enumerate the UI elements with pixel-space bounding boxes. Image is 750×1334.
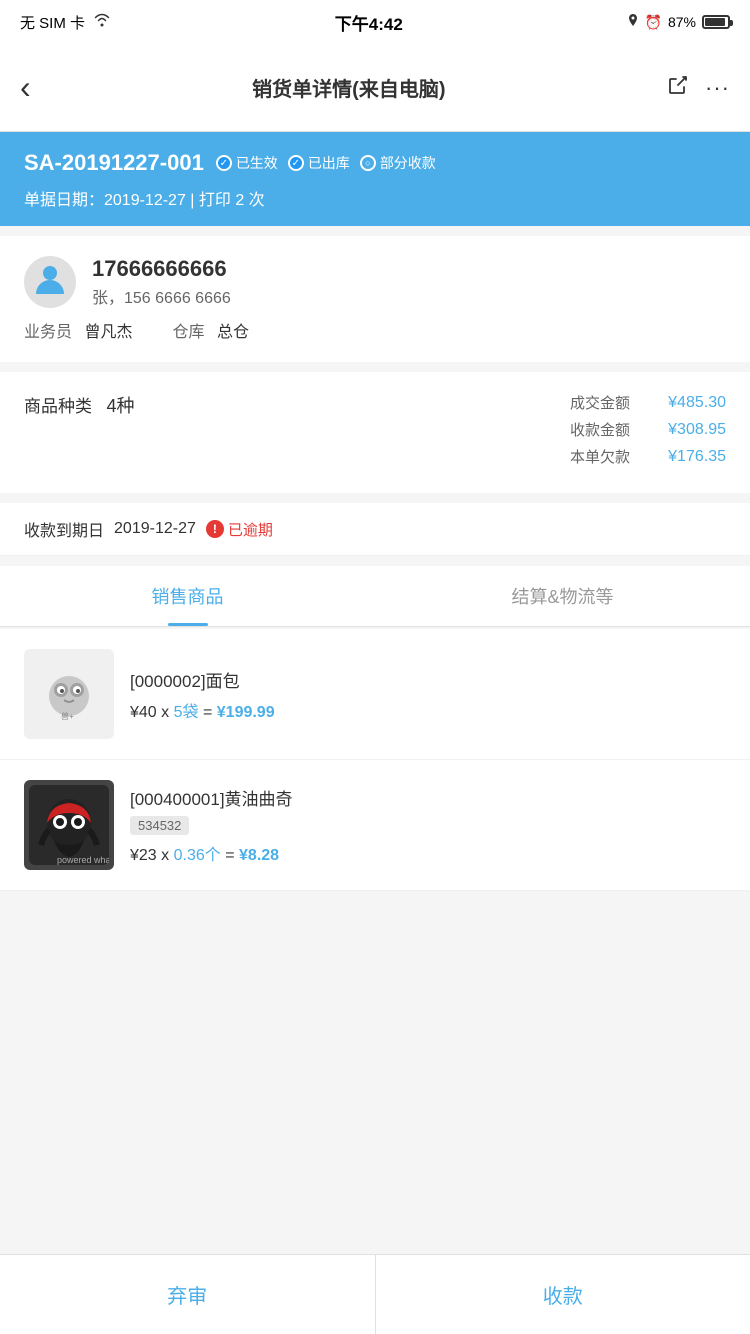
warehouse-value: 总仓 [217, 324, 249, 341]
customer-section: 17666666666 张，156 6666 6666 业务员 曾凡杰 仓库 总… [0, 236, 750, 362]
overdue-text: 已逾期 [228, 519, 273, 540]
status-shipped-badge: ✓ 已出库 [288, 153, 350, 173]
status-bar: 无 SIM 卡 下午4:42 ⏰ 87% [0, 0, 750, 44]
order-banner-top: SA-20191227-001 ✓ 已生效 ✓ 已出库 ○ 部分收款 [24, 150, 726, 176]
owed-amount-value: ¥176.35 [646, 448, 726, 466]
battery-icon [702, 15, 730, 29]
received-amount-label: 收款金额 [570, 419, 630, 440]
deal-amount-label: 成交金额 [570, 392, 630, 413]
status-partial-payment-badge: ○ 部分收款 [360, 153, 436, 173]
product-info-bread: [0000002]面包 ¥40 x 5袋 = ¥199.99 [130, 667, 726, 722]
location-icon [627, 14, 639, 31]
tab-sales-products[interactable]: 销售商品 [0, 566, 375, 626]
share-icon[interactable] [667, 74, 689, 102]
svg-text:powered whale: powered whale [57, 855, 109, 865]
more-icon[interactable]: ··· [705, 75, 730, 101]
due-section: 收款到期日 2019-12-27 ! 已逾期 [0, 503, 750, 556]
overdue-icon: ! [206, 520, 224, 538]
tabs-row: 销售商品 结算&物流等 [0, 566, 750, 626]
status-time: 下午4:42 [335, 10, 403, 35]
product-types-value: 4种 [106, 396, 134, 416]
avatar [24, 256, 76, 308]
avatar-icon [32, 260, 68, 304]
product-qty-bread: 5袋 [174, 704, 199, 721]
cookie-thumbnail: powered whale [29, 785, 109, 865]
status-active-badge: ✓ 已生效 [216, 153, 278, 173]
product-info-cookie: [000400001]黄油曲奇 534532 ¥23 x 0.36个 = ¥8.… [130, 785, 726, 865]
owed-amount-label: 本单欠款 [570, 446, 630, 467]
stats-right: 成交金额 ¥485.30 收款金额 ¥308.95 本单欠款 ¥176.35 [570, 392, 726, 473]
wifi-icon [93, 13, 111, 31]
alarm-icon: ⏰ [645, 14, 662, 31]
overdue-badge: ! 已逾期 [206, 519, 273, 540]
sales-rep-item: 业务员 曾凡杰 [24, 318, 132, 342]
abandon-review-button[interactable]: 弃审 [0, 1255, 376, 1334]
stats-section: 商品种类 4种 成交金额 ¥485.30 收款金额 ¥308.95 本单欠款 ¥… [0, 372, 750, 493]
product-unit-price-bread: ¥40 [130, 704, 157, 721]
product-types: 商品种类 4种 [24, 392, 134, 418]
product-item-bread: 兽+ [0000002]面包 ¥40 x 5袋 = ¥199.99 [0, 629, 750, 760]
status-badges: ✓ 已生效 ✓ 已出库 ○ 部分收款 [216, 153, 436, 173]
product-name-cookie: [000400001]黄油曲奇 [130, 785, 726, 810]
products-section: 兽+ [0000002]面包 ¥40 x 5袋 = ¥199.99 [0, 629, 750, 891]
tab-settlement-logistics[interactable]: 结算&物流等 [375, 566, 750, 626]
received-amount-row: 收款金额 ¥308.95 [570, 419, 726, 440]
svg-text:兽+: 兽+ [61, 711, 74, 721]
collect-payment-button[interactable]: 收款 [376, 1255, 750, 1334]
due-date-label: 收款到期日 [24, 517, 104, 541]
customer-name-sub: 张，156 6666 6666 [92, 284, 231, 308]
clock-icon: ○ [360, 155, 376, 171]
order-banner: SA-20191227-001 ✓ 已生效 ✓ 已出库 ○ 部分收款 单据日期：… [0, 132, 750, 226]
order-date-line: 单据日期：2019-12-27 | 打印 2 次 [24, 186, 726, 210]
battery-text: 87% [668, 14, 696, 30]
nav-actions: ··· [667, 74, 730, 102]
check-icon-2: ✓ [288, 155, 304, 171]
check-icon: ✓ [216, 155, 232, 171]
customer-row: 17666666666 张，156 6666 6666 [24, 256, 726, 308]
back-button[interactable]: ‹ [20, 69, 31, 106]
bread-thumbnail: 兽+ [39, 664, 99, 724]
product-price-bread: ¥40 x 5袋 = ¥199.99 [130, 698, 726, 722]
product-unit-price-cookie: ¥23 [130, 847, 157, 864]
customer-phone: 17666666666 [92, 256, 231, 282]
status-right: ⏰ 87% [627, 14, 730, 31]
product-total-bread: ¥199.99 [217, 704, 275, 721]
status-left: 无 SIM 卡 [20, 12, 111, 33]
tabs-section: 销售商品 结算&物流等 [0, 566, 750, 627]
product-thumb-cookie: powered whale [24, 780, 114, 870]
bottom-actions: 弃审 收款 [0, 1254, 750, 1334]
sales-rep-value: 曾凡杰 [84, 324, 132, 341]
warehouse-item: 仓库 总仓 [172, 318, 248, 342]
bottom-spacer [0, 891, 750, 971]
page-title: 销货单详情(来自电脑) [252, 73, 445, 102]
product-name-bread: [0000002]面包 [130, 667, 726, 692]
deal-amount-row: 成交金额 ¥485.30 [570, 392, 726, 413]
customer-info: 17666666666 张，156 6666 6666 [92, 256, 231, 308]
product-batch-container: 534532 [130, 816, 726, 841]
order-id: SA-20191227-001 [24, 150, 204, 176]
due-date-value: 2019-12-27 [114, 520, 196, 538]
product-batch-cookie: 534532 [130, 816, 189, 835]
owed-amount-row: 本单欠款 ¥176.35 [570, 446, 726, 467]
nav-bar: ‹ 销货单详情(来自电脑) ··· [0, 44, 750, 132]
customer-meta: 业务员 曾凡杰 仓库 总仓 [24, 318, 726, 342]
product-item-cookie: powered whale [000400001]黄油曲奇 534532 ¥23… [0, 760, 750, 891]
product-price-cookie: ¥23 x 0.36个 = ¥8.28 [130, 841, 726, 865]
deal-amount-value: ¥485.30 [646, 394, 726, 412]
received-amount-value: ¥308.95 [646, 421, 726, 439]
product-total-cookie: ¥8.28 [239, 847, 279, 864]
carrier-text: 无 SIM 卡 [20, 12, 85, 33]
product-qty-cookie: 0.36个 [174, 847, 221, 864]
product-thumb-bread: 兽+ [24, 649, 114, 739]
